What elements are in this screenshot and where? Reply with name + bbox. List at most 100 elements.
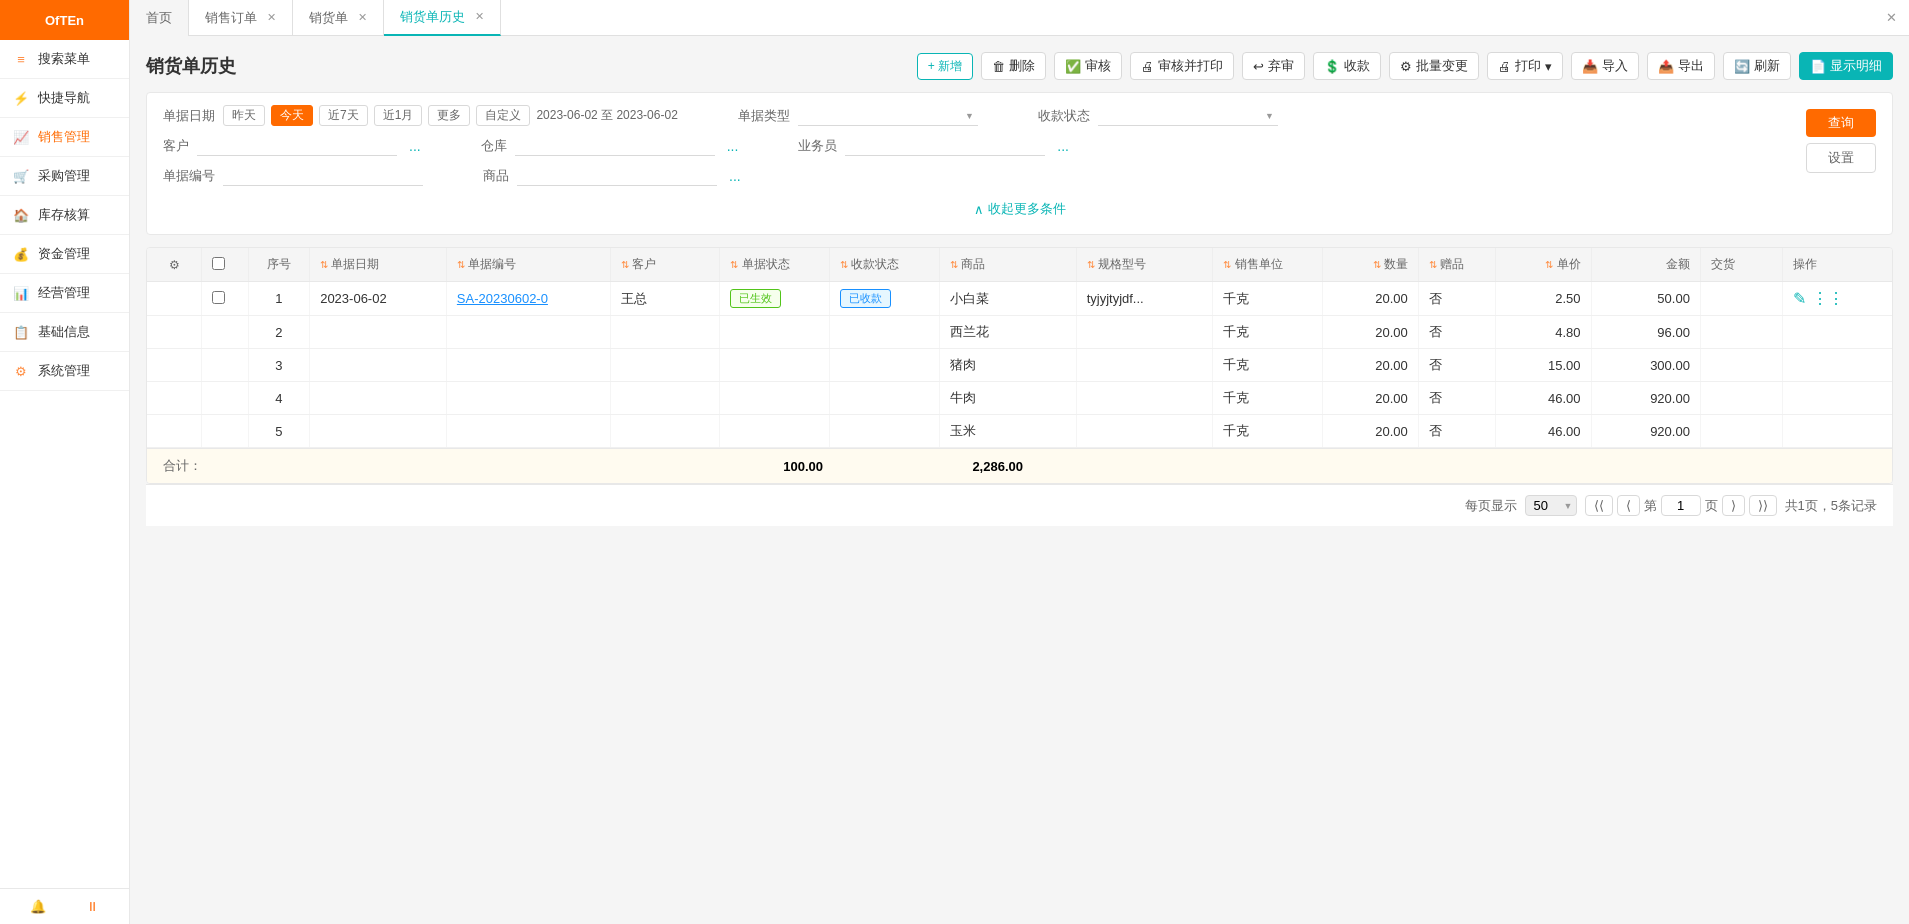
- refresh-button[interactable]: 🔄 刷新: [1723, 52, 1791, 80]
- table-body: 1 2023-06-02 SA-20230602-0 王总 已生效 已收款 小白…: [147, 282, 1892, 448]
- warehouse-input[interactable]: [515, 136, 715, 156]
- table: ⚙ 序号 ⇅ 单据日期 ⇅ 单据编号 ⇅ 客户 ⇅ 单据状态 ⇅ 收款状态 ⇅ …: [147, 248, 1892, 448]
- row-doc-status: [720, 349, 830, 382]
- discard-button[interactable]: ↩ 弃审: [1242, 52, 1305, 80]
- tab-sales-order[interactable]: 销售订单 ✕: [189, 0, 293, 36]
- row-goods: 猪肉: [939, 349, 1076, 382]
- date-btn-7days[interactable]: 近7天: [319, 105, 368, 126]
- sort-icon: ⇅: [730, 259, 738, 270]
- col-doc-no[interactable]: ⇅ 单据编号: [446, 248, 610, 282]
- delete-button[interactable]: 🗑 删除: [981, 52, 1046, 80]
- pause-icon[interactable]: ⏸: [86, 899, 99, 914]
- col-checkbox: [202, 248, 248, 282]
- filter-customer: 客户 ...: [163, 136, 421, 156]
- row-trade: [1700, 382, 1782, 415]
- col-setting[interactable]: ⚙: [147, 248, 202, 282]
- sidebar-item-search-menu[interactable]: ≡ 搜索菜单: [0, 40, 129, 79]
- batch-change-button[interactable]: ⚙ 批量变更: [1389, 52, 1479, 80]
- collect-button[interactable]: 💲 收款: [1313, 52, 1381, 80]
- tab-sales-order-close[interactable]: ✕: [267, 11, 276, 24]
- sales-icon: 📈: [12, 128, 30, 146]
- sidebar-item-system[interactable]: ⚙ 系统管理: [0, 352, 129, 391]
- col-unit[interactable]: ⇅ 销售单位: [1213, 248, 1323, 282]
- col-doc-status[interactable]: ⇅ 单据状态: [720, 248, 830, 282]
- audit-button[interactable]: ✅ 审核: [1054, 52, 1122, 80]
- sidebar-item-quick-nav[interactable]: ⚡ 快捷导航: [0, 79, 129, 118]
- page-next-button[interactable]: ⟩: [1722, 495, 1745, 516]
- sidebar-logo: OfTEn: [0, 0, 129, 40]
- date-btn-yesterday[interactable]: 昨天: [223, 105, 265, 126]
- tab-sales-history[interactable]: 销货单历史 ✕: [384, 0, 501, 36]
- select-all-checkbox[interactable]: [212, 257, 225, 270]
- sidebar-item-operations[interactable]: 📊 经营管理: [0, 274, 129, 313]
- warehouse-dots[interactable]: ...: [727, 138, 739, 154]
- settings-button[interactable]: 设置: [1806, 143, 1876, 173]
- tab-sales-delivery-close[interactable]: ✕: [358, 11, 367, 24]
- row-checkbox[interactable]: [212, 291, 225, 304]
- sidebar-item-inventory[interactable]: 🏠 库存核算: [0, 196, 129, 235]
- col-goods[interactable]: ⇅ 商品: [939, 248, 1076, 282]
- notification-icon[interactable]: 🔔: [30, 899, 46, 914]
- query-button[interactable]: 查询: [1806, 109, 1876, 137]
- page-prev-button[interactable]: ⟨: [1617, 495, 1640, 516]
- tabbar-close-all[interactable]: ✕: [1874, 10, 1909, 25]
- col-date[interactable]: ⇅ 单据日期: [310, 248, 447, 282]
- quick-nav-icon: ⚡: [12, 89, 30, 107]
- row-checkbox-cell: [202, 382, 248, 415]
- row-qty: 20.00: [1323, 415, 1419, 448]
- print-button[interactable]: 🖨 打印 ▾: [1487, 52, 1563, 80]
- page-number-input[interactable]: [1661, 495, 1701, 516]
- col-gift[interactable]: ⇅ 赠品: [1418, 248, 1495, 282]
- row-date: [310, 382, 447, 415]
- audit-print-button[interactable]: 🖨 审核并打印: [1130, 52, 1234, 80]
- col-collect-status[interactable]: ⇅ 收款状态: [830, 248, 940, 282]
- export-button[interactable]: 📤 导出: [1647, 52, 1715, 80]
- doc-no-link[interactable]: SA-20230602-0: [457, 291, 548, 306]
- col-spec[interactable]: ⇅ 规格型号: [1076, 248, 1213, 282]
- collect-status-select[interactable]: [1098, 106, 1278, 126]
- tab-home[interactable]: 首页: [130, 0, 189, 36]
- sidebar-item-sales-mgmt[interactable]: 📈 销售管理: [0, 118, 129, 157]
- more-icon[interactable]: ⋮⋮: [1812, 289, 1844, 308]
- row-price: 4.80: [1495, 316, 1591, 349]
- row-spec: [1076, 415, 1213, 448]
- page-size-select[interactable]: 50 100 200: [1525, 495, 1577, 516]
- salesperson-input[interactable]: [845, 136, 1045, 156]
- col-qty[interactable]: ⇅ 数量: [1323, 248, 1419, 282]
- new-button[interactable]: + 新增: [917, 53, 973, 80]
- col-price[interactable]: ⇅ 单价: [1495, 248, 1591, 282]
- export-icon: 📤: [1658, 59, 1674, 74]
- col-customer[interactable]: ⇅ 客户: [610, 248, 719, 282]
- customer-dots[interactable]: ...: [409, 138, 421, 154]
- tab-sales-history-label: 销货单历史: [400, 8, 465, 26]
- customer-input[interactable]: [197, 136, 397, 156]
- page-first-button[interactable]: ⟨⟨: [1585, 495, 1613, 516]
- row-price: 46.00: [1495, 382, 1591, 415]
- sidebar-item-finance[interactable]: 💰 资金管理: [0, 235, 129, 274]
- main-area: 首页 销售订单 ✕ 销货单 ✕ 销货单历史 ✕ ✕ 销货单历史 + 新增 🗑 删…: [130, 0, 1909, 924]
- goods-dots[interactable]: ...: [729, 168, 741, 184]
- salesperson-dots[interactable]: ...: [1057, 138, 1069, 154]
- doc-type-select[interactable]: [798, 106, 978, 126]
- sidebar-item-basic-info[interactable]: 📋 基础信息: [0, 313, 129, 352]
- tab-sales-delivery[interactable]: 销货单 ✕: [293, 0, 384, 36]
- page-last-button[interactable]: ⟩⟩: [1749, 495, 1777, 516]
- tab-sales-history-close[interactable]: ✕: [475, 10, 484, 23]
- page-of-label: 页: [1705, 497, 1718, 515]
- date-btn-today[interactable]: 今天: [271, 105, 313, 126]
- import-button[interactable]: 📥 导入: [1571, 52, 1639, 80]
- edit-icon[interactable]: ✎: [1793, 289, 1806, 308]
- date-btn-more[interactable]: 更多: [428, 105, 470, 126]
- sidebar-item-purchase-mgmt[interactable]: 🛒 采购管理: [0, 157, 129, 196]
- inventory-icon: 🏠: [12, 206, 30, 224]
- collapse-button[interactable]: ∧ 收起更多条件: [163, 196, 1876, 222]
- date-btn-custom[interactable]: 自定义: [476, 105, 530, 126]
- collect-icon: 💲: [1324, 59, 1340, 74]
- goods-input[interactable]: [517, 166, 717, 186]
- doc-no-input[interactable]: [223, 166, 423, 186]
- date-btn-1month[interactable]: 近1月: [374, 105, 423, 126]
- show-detail-button[interactable]: 📄 显示明细: [1799, 52, 1893, 80]
- filter-warehouse: 仓库 ...: [481, 136, 739, 156]
- row-date: [310, 349, 447, 382]
- row-no: 2: [248, 316, 310, 349]
